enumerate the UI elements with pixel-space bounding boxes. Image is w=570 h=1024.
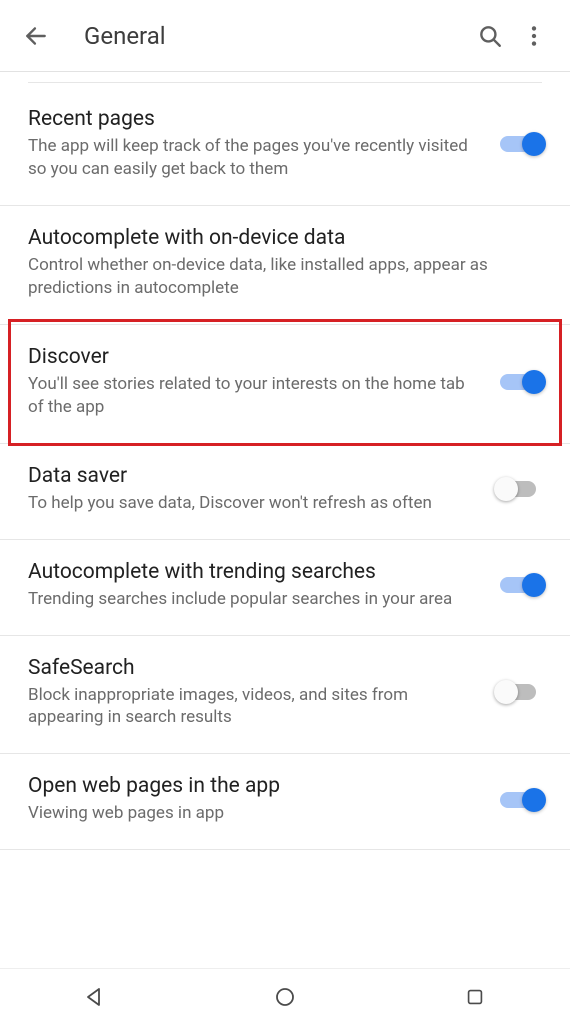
toggle-openinapp[interactable] (494, 785, 546, 815)
nav-home-icon (273, 985, 297, 1009)
setting-row-recent[interactable]: Recent pages The app will keep track of t… (0, 83, 570, 206)
setting-row-autotrend[interactable]: Autocomplete with trending searches Trend… (0, 540, 570, 636)
setting-title: Discover (28, 345, 476, 369)
setting-row-discover[interactable]: Discover You'll see stories related to yo… (0, 325, 570, 444)
back-button[interactable] (14, 14, 58, 58)
back-arrow-icon (23, 23, 49, 49)
app-bar: General (0, 0, 570, 72)
setting-description: Viewing web pages in app (28, 802, 476, 825)
nav-home-button[interactable] (261, 973, 309, 1021)
settings-list: Recent pages The app will keep track of t… (0, 83, 570, 850)
toggle-recent[interactable] (494, 129, 546, 159)
setting-row-autodevice[interactable]: Autocomplete with on-device data Control … (0, 206, 570, 325)
setting-row-datasaver[interactable]: Data saver To help you save data, Discove… (0, 444, 570, 540)
setting-title: Data saver (28, 464, 476, 488)
setting-description: Control whether on-device data, like ins… (28, 254, 528, 300)
setting-title: SafeSearch (28, 656, 476, 680)
setting-title: Open web pages in the app (28, 774, 476, 798)
setting-title: Autocomplete with on-device data (28, 226, 528, 250)
toggle-datasaver[interactable] (494, 474, 546, 504)
system-nav-bar (0, 968, 570, 1024)
setting-title: Recent pages (28, 107, 476, 131)
setting-description: Trending searches include popular search… (28, 588, 476, 611)
setting-title: Autocomplete with trending searches (28, 560, 476, 584)
nav-back-icon (83, 985, 107, 1009)
setting-description: To help you save data, Discover won't re… (28, 492, 476, 515)
setting-description: You'll see stories related to your inter… (28, 373, 476, 419)
nav-recents-button[interactable] (451, 973, 499, 1021)
search-icon (477, 23, 503, 49)
setting-row-openinapp[interactable]: Open web pages in the app Viewing web pag… (0, 754, 570, 850)
toggle-autotrend[interactable] (494, 570, 546, 600)
setting-row-safesearch[interactable]: SafeSearch Block inappropriate images, vi… (0, 636, 570, 755)
page-title: General (84, 22, 468, 50)
setting-description: Block inappropriate images, videos, and … (28, 684, 476, 730)
more-vert-icon (521, 23, 547, 49)
more-button[interactable] (512, 14, 556, 58)
toggle-discover[interactable] (494, 367, 546, 397)
toggle-safesearch[interactable] (494, 677, 546, 707)
setting-description: The app will keep track of the pages you… (28, 135, 476, 181)
nav-recents-icon (464, 986, 486, 1008)
search-button[interactable] (468, 14, 512, 58)
nav-back-button[interactable] (71, 973, 119, 1021)
